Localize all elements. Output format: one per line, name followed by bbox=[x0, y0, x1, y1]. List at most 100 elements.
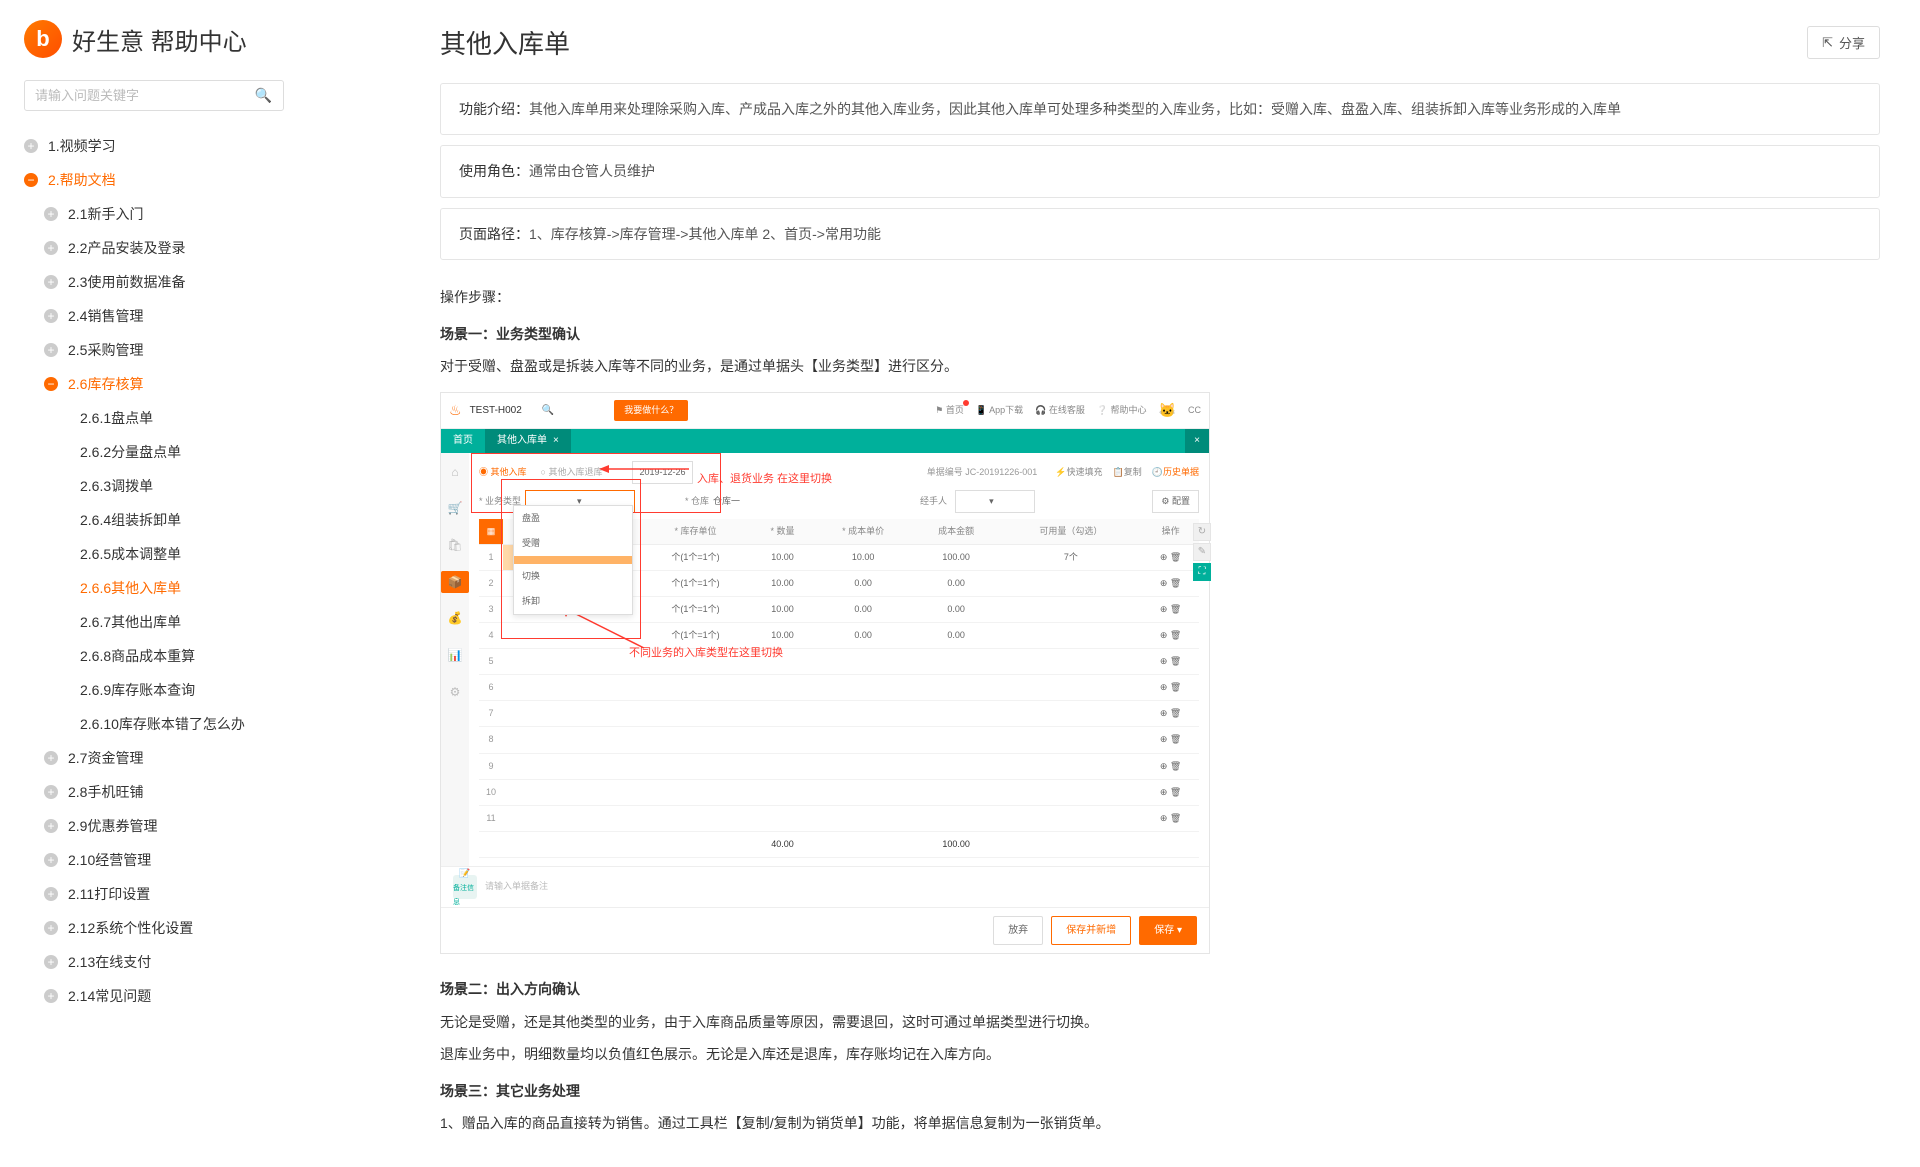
memo-icon: 📝备注信息 bbox=[453, 875, 477, 899]
table-totals: 40.00100.00 bbox=[479, 831, 1199, 857]
scene1-title: 场景一：业务类型确认 bbox=[440, 321, 1880, 348]
search-input[interactable] bbox=[24, 80, 284, 111]
nav-2-9[interactable]: +2.9优惠券管理 bbox=[24, 809, 306, 843]
nav-2-7[interactable]: +2.7资金管理 bbox=[24, 741, 306, 775]
expand-icon: + bbox=[44, 955, 58, 969]
nav-2-6-9[interactable]: 2.6.9库存账本查询 bbox=[24, 673, 306, 707]
ss-nav-icon: 🛒 bbox=[448, 497, 463, 520]
logo-icon: b bbox=[24, 20, 62, 58]
nav-2-6-3[interactable]: 2.6.3调拨单 bbox=[24, 469, 306, 503]
nav-2-6-6[interactable]: 2.6.6其他入库单 bbox=[24, 571, 306, 605]
ss-nav-icon: ⚙ bbox=[450, 681, 461, 704]
collapse-icon: − bbox=[24, 173, 38, 187]
nav-2-13[interactable]: +2.13在线支付 bbox=[24, 945, 306, 979]
search-box: 🔍 bbox=[24, 80, 306, 111]
expand-icon: + bbox=[44, 275, 58, 289]
ss-link-help: ❔ 帮助中心 bbox=[1097, 402, 1147, 419]
nav-2-6-2[interactable]: 2.6.2分量盘点单 bbox=[24, 435, 306, 469]
ss-logo-icon: ♨ bbox=[449, 397, 462, 424]
share-icon: ⇱ bbox=[1822, 35, 1833, 51]
nav-2-6[interactable]: −2.6库存核算 bbox=[24, 367, 306, 401]
ss-tab-close-icon: × bbox=[1185, 429, 1209, 453]
nav-2-1[interactable]: +2.1新手入门 bbox=[24, 197, 306, 231]
logo-text: 好生意 帮助中心 bbox=[72, 22, 247, 57]
nav-docs[interactable]: −2.帮助文档 bbox=[24, 163, 306, 197]
ss-tool-history: 🕘历史单据 bbox=[1152, 464, 1199, 481]
ss-btn-discard: 放弃 bbox=[993, 916, 1043, 945]
ss-avatar-icon: 🐱 bbox=[1159, 397, 1176, 424]
collapse-icon: − bbox=[44, 377, 58, 391]
ss-search-icon: 🔍 bbox=[542, 401, 554, 420]
ss-handler-input: ▾ bbox=[955, 490, 1035, 513]
table-row: 11⊕ 🗑 bbox=[479, 805, 1199, 831]
nav-2-6-7[interactable]: 2.6.7其他出库单 bbox=[24, 605, 306, 639]
nav-2-6-4[interactable]: 2.6.4组装拆卸单 bbox=[24, 503, 306, 537]
scene3-title: 场景三：其它业务处理 bbox=[440, 1078, 1880, 1105]
embedded-screenshot: ♨ TEST-H002 🔍 我要做什么？ ⚑ 首页 📱 App下载 🎧 在线客服… bbox=[440, 392, 1210, 954]
table-row: 5⊕ 🗑 bbox=[479, 649, 1199, 675]
nav-2-11[interactable]: +2.11打印设置 bbox=[24, 877, 306, 911]
annotation-text-1: 入库、退货业务 在这里切换 bbox=[697, 469, 832, 490]
ss-company: TEST-H002 bbox=[470, 401, 522, 420]
expand-icon: + bbox=[44, 309, 58, 323]
table-row: 6⊕ 🗑 bbox=[479, 675, 1199, 701]
ss-docno: 单据编号 JC-20191226-001 bbox=[927, 464, 1038, 481]
expand-icon: + bbox=[44, 241, 58, 255]
table-row: 9⊕ 🗑 bbox=[479, 753, 1199, 779]
info-path: 页面路径：1、库存核算->库存管理->其他入库单 2、首页->常用功能 bbox=[440, 208, 1880, 260]
ss-btn-save: 保存 ▾ bbox=[1139, 916, 1197, 945]
nav-2-6-5[interactable]: 2.6.5成本调整单 bbox=[24, 537, 306, 571]
ss-handler-label: 经手人 bbox=[920, 493, 947, 510]
expand-icon: + bbox=[44, 921, 58, 935]
nav-tree: +1.视频学习 −2.帮助文档 +2.1新手入门 +2.2产品安装及登录 +2.… bbox=[24, 129, 306, 1013]
nav-2-6-10[interactable]: 2.6.10库存账本错了怎么办 bbox=[24, 707, 306, 741]
nav-2-6-8[interactable]: 2.6.8商品成本重算 bbox=[24, 639, 306, 673]
ss-right-tools: ↻ ✎ ⛶ bbox=[1193, 523, 1211, 581]
tool-icon: ↻ bbox=[1193, 523, 1211, 541]
ss-tab-current: 其他入库单× bbox=[485, 429, 571, 453]
nav-2-12[interactable]: +2.12系统个性化设置 bbox=[24, 911, 306, 945]
share-button[interactable]: ⇱ 分享 bbox=[1807, 26, 1880, 59]
ss-link-home: ⚑ 首页 bbox=[935, 402, 964, 419]
nav-2-3[interactable]: +2.3使用前数据准备 bbox=[24, 265, 306, 299]
info-role: 使用角色：通常由仓管人员维护 bbox=[440, 145, 1880, 197]
tool-icon: ✎ bbox=[1193, 543, 1211, 561]
ss-link-app: 📱 App下载 bbox=[976, 402, 1023, 419]
ss-nav-icon: 📊 bbox=[448, 644, 463, 667]
annotation-text-2: 不同业务的入库类型在这里切换 bbox=[629, 643, 783, 664]
nav-2-5[interactable]: +2.5采购管理 bbox=[24, 333, 306, 367]
nav-2-10[interactable]: +2.10经营管理 bbox=[24, 843, 306, 877]
search-icon[interactable]: 🔍 bbox=[255, 87, 272, 104]
ss-leftnav: ⌂ 🛒 🛍 📦 💰 📊 ⚙ bbox=[441, 453, 469, 866]
expand-icon: + bbox=[44, 343, 58, 357]
tool-icon: ⛶ bbox=[1193, 563, 1211, 581]
ss-username: CC bbox=[1188, 402, 1201, 419]
ss-nav-icon: ⌂ bbox=[451, 461, 458, 484]
ss-tool-copy: 📋复制 bbox=[1113, 464, 1142, 481]
ss-tab-home: 首页 bbox=[441, 429, 485, 453]
expand-icon: + bbox=[24, 139, 38, 153]
ss-nav-icon-active: 📦 bbox=[441, 571, 469, 593]
memo-placeholder: 请输入单据备注 bbox=[485, 878, 548, 895]
table-row: 7⊕ 🗑 bbox=[479, 701, 1199, 727]
scene3-p1: 1、赠品入库的商品直接转为销售。通过工具栏【复制/复制为销货单】功能，将单据信息… bbox=[440, 1110, 1880, 1137]
expand-icon: + bbox=[44, 887, 58, 901]
ss-tool-fill: ⚡快速填充 bbox=[1055, 464, 1102, 481]
scene2-p1: 无论是受赠，还是其他类型的业务，由于入库商品质量等原因，需要退回，这时可通过单据… bbox=[440, 1009, 1880, 1036]
info-intro: 功能介绍：其他入库单用来处理除采购入库、产成品入库之外的其他入库业务，因此其他入… bbox=[440, 83, 1880, 135]
expand-icon: + bbox=[44, 989, 58, 1003]
nav-2-8[interactable]: +2.8手机旺铺 bbox=[24, 775, 306, 809]
sidebar: b 好生意 帮助中心 🔍 +1.视频学习 −2.帮助文档 +2.1新手入门 +2… bbox=[0, 0, 330, 1167]
nav-2-2[interactable]: +2.2产品安装及登录 bbox=[24, 231, 306, 265]
nav-2-6-1[interactable]: 2.6.1盘点单 bbox=[24, 401, 306, 435]
expand-icon: + bbox=[44, 819, 58, 833]
nav-2-14[interactable]: +2.14常见问题 bbox=[24, 979, 306, 1013]
ss-config-btn: ⚙ 配置 bbox=[1152, 490, 1199, 513]
ss-link-service: 🎧 在线客服 bbox=[1035, 402, 1085, 419]
nav-video[interactable]: +1.视频学习 bbox=[24, 129, 306, 163]
ss-biztype-dropdown: 盘盈 受赠 切换 拆卸 bbox=[513, 505, 633, 615]
nav-2-4[interactable]: +2.4销售管理 bbox=[24, 299, 306, 333]
steps-label: 操作步骤： bbox=[440, 284, 1880, 311]
table-row: 8⊕ 🗑 bbox=[479, 727, 1199, 753]
scene2-p2: 退库业务中，明细数量均以负值红色展示。无论是入库还是退库，库存账均记在入库方向。 bbox=[440, 1041, 1880, 1068]
